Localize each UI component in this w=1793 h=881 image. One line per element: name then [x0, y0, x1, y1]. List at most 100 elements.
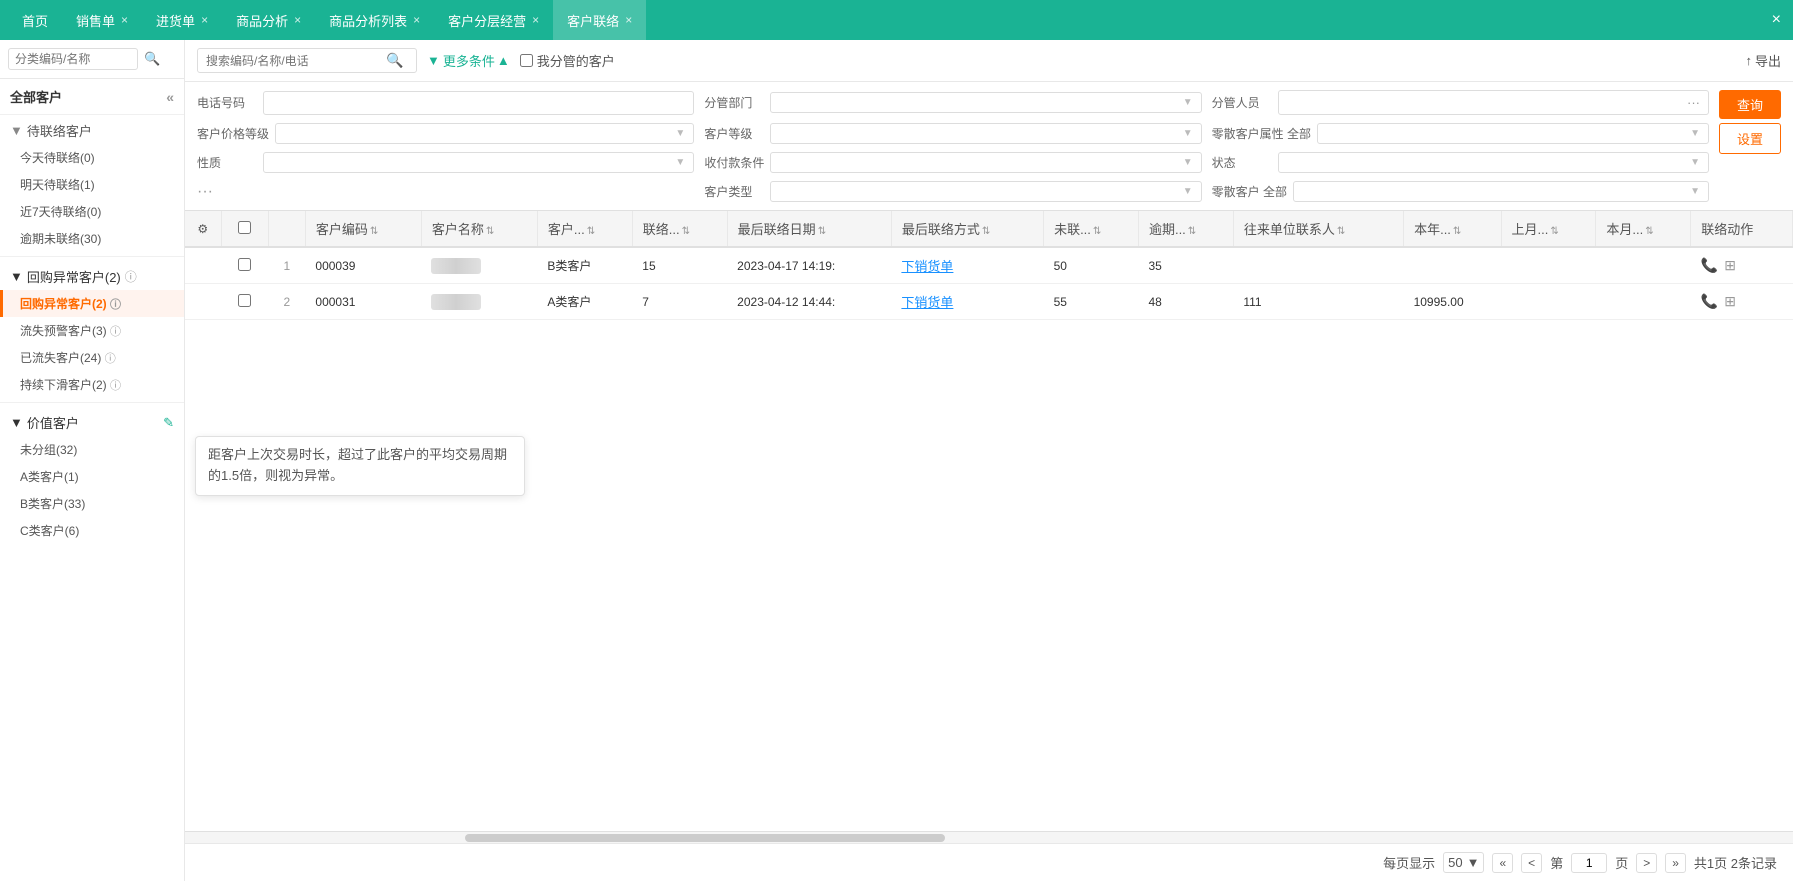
cell-last-method-2[interactable]: 下销货单: [891, 284, 1043, 320]
select-all-checkbox[interactable]: [238, 221, 251, 234]
row-2-checkbox[interactable]: [238, 294, 251, 307]
th-code[interactable]: 客户编码⇅: [305, 211, 421, 247]
pagination-bar: 每页显示 50 ▼ « < 第 页 > » 共1页 2条记录: [185, 843, 1793, 881]
sidebar-item-class-a[interactable]: A类客户(1): [0, 463, 184, 490]
filter-manager-input[interactable]: ···: [1278, 90, 1709, 115]
last-page-btn[interactable]: »: [1665, 853, 1686, 873]
page-input[interactable]: [1571, 853, 1607, 873]
filter-phone-input[interactable]: [263, 91, 694, 115]
th-this-month[interactable]: 本月...⇅: [1596, 211, 1691, 247]
sidebar-collapse-icon[interactable]: «: [166, 89, 174, 105]
th-last-contact-date[interactable]: 最后联络日期⇅: [727, 211, 891, 247]
next-page-btn[interactable]: >: [1636, 853, 1657, 873]
th-last-month[interactable]: 上月...⇅: [1501, 211, 1596, 247]
action-phone-icon-1[interactable]: 📞: [1701, 257, 1718, 274]
cell-uncontacted-1: 50: [1044, 247, 1139, 284]
section-value-edit-icon[interactable]: ✎: [163, 415, 174, 431]
nav-product-list-close[interactable]: ×: [413, 13, 420, 27]
filter-payment-select[interactable]: ▼: [770, 152, 1201, 173]
filter-retail-attr-select[interactable]: ▼: [1317, 123, 1709, 144]
search-input[interactable]: [206, 54, 386, 68]
nav-customer-segment[interactable]: 客户分层经营 ×: [434, 0, 553, 40]
nav-product-analysis-close[interactable]: ×: [294, 13, 301, 27]
filter-customer-level-select[interactable]: ▼: [770, 123, 1201, 144]
th-contacts-sort: ⇅: [682, 226, 690, 237]
th-unit-contact[interactable]: 往来单位联系人⇅: [1233, 211, 1403, 247]
th-uncontacted[interactable]: 未联...⇅: [1044, 211, 1139, 247]
my-customers-filter[interactable]: 我分管的客户: [520, 51, 615, 70]
sidebar-item-today[interactable]: 今天待联络(0): [0, 144, 184, 171]
th-contacts[interactable]: 联络...⇅: [632, 211, 727, 247]
prev-page-btn[interactable]: <: [1521, 853, 1542, 873]
th-last-month-label: 上月...: [1512, 222, 1549, 237]
export-button[interactable]: ↑ 导出: [1745, 51, 1781, 70]
th-name[interactable]: 客户名称⇅: [421, 211, 537, 247]
cell-last-month-2: [1501, 284, 1596, 320]
page-size-select[interactable]: 50 ▼: [1443, 852, 1484, 873]
first-page-btn[interactable]: «: [1492, 853, 1513, 873]
link-method-2[interactable]: 下销货单: [901, 295, 953, 310]
filter-status-select[interactable]: ▼: [1278, 152, 1709, 173]
filter-customer-type-select[interactable]: ▼: [770, 181, 1201, 202]
link-method-1[interactable]: 下销货单: [901, 259, 953, 274]
nav-purchase-close[interactable]: ×: [201, 13, 208, 27]
close-all-tabs[interactable]: ×: [1772, 11, 1781, 29]
nav-customer-contact[interactable]: 客户联络 ×: [553, 0, 646, 40]
nav-sales-close[interactable]: ×: [121, 13, 128, 27]
th-overdue[interactable]: 逾期...⇅: [1138, 211, 1233, 247]
query-button[interactable]: 查询: [1719, 90, 1781, 119]
sidebar-item-repurchase-abnormal[interactable]: 回购异常客户(2) ⓘ: [0, 290, 184, 317]
more-conditions-btn[interactable]: ▼ 更多条件 ▲: [427, 51, 510, 70]
filter-retail-customer-select[interactable]: ▼: [1293, 181, 1709, 202]
filter-dept-select[interactable]: ▼: [770, 92, 1201, 113]
nav-product-list[interactable]: 商品分析列表 ×: [315, 0, 434, 40]
filter-phone-label: 电话号码: [197, 94, 257, 111]
nav-customer-contact-close[interactable]: ×: [625, 13, 632, 27]
filter-nature-select[interactable]: ▼: [263, 152, 694, 173]
sidebar-search-icon[interactable]: 🔍: [144, 51, 160, 67]
sidebar-item-class-c[interactable]: C类客户(6): [0, 517, 184, 544]
section-value-customers[interactable]: ▼ 价值客户 ✎: [0, 407, 184, 436]
sidebar-item-unclassified[interactable]: 未分组(32): [0, 436, 184, 463]
page-label: 第: [1550, 853, 1563, 872]
my-customers-checkbox[interactable]: [520, 54, 533, 67]
nav-purchase[interactable]: 进货单 ×: [142, 0, 222, 40]
sidebar-item-churn-warning[interactable]: 流失预警客户(3) ⓘ: [0, 317, 184, 344]
active-item-info-icon: ⓘ: [110, 299, 121, 311]
section-abnormal[interactable]: ▼ 回购异常客户(2) ⓘ: [0, 261, 184, 290]
action-grid-icon-2[interactable]: ⊞: [1724, 293, 1736, 310]
th-last-contact-method[interactable]: 最后联络方式⇅: [891, 211, 1043, 247]
scrollbar-thumb[interactable]: [465, 834, 945, 842]
section-pending-contact[interactable]: ▼ 待联络客户: [0, 115, 184, 144]
sidebar-item-class-b[interactable]: B类客户(33): [0, 490, 184, 517]
filter-search-icon[interactable]: 🔍: [386, 52, 403, 69]
filter-manager-dots[interactable]: ···: [1687, 95, 1700, 110]
filter-customer-type-label: 客户类型: [704, 183, 764, 200]
th-name-sort: ⇅: [486, 226, 494, 237]
th-uncontacted-label: 未联...: [1054, 222, 1091, 237]
row-1-checkbox[interactable]: [238, 258, 251, 271]
nav-product-analysis[interactable]: 商品分析 ×: [222, 0, 315, 40]
settings-button[interactable]: 设置: [1719, 123, 1781, 154]
action-grid-icon-1[interactable]: ⊞: [1724, 257, 1736, 274]
th-category[interactable]: 客户...⇅: [537, 211, 632, 247]
sidebar-item-churned[interactable]: 已流失客户(24) ⓘ: [0, 344, 184, 371]
sidebar-item-overdue[interactable]: 逾期未联络(30): [0, 225, 184, 252]
horizontal-scrollbar[interactable]: [185, 831, 1793, 843]
nav-home[interactable]: 首页: [8, 0, 62, 40]
sidebar-item-tomorrow[interactable]: 明天待联络(1): [0, 171, 184, 198]
cell-code-1[interactable]: 000039: [305, 247, 421, 284]
nav-sales[interactable]: 销售单 ×: [62, 0, 142, 40]
action-phone-icon-2[interactable]: 📞: [1701, 293, 1718, 310]
cell-code-2[interactable]: 000031: [305, 284, 421, 320]
th-this-year[interactable]: 本年...⇅: [1404, 211, 1501, 247]
sidebar-search-input[interactable]: [8, 48, 138, 70]
filter-price-level-select[interactable]: ▼: [275, 123, 694, 144]
filter-more-dots-btn[interactable]: ···: [197, 183, 213, 201]
phone-input-field[interactable]: [272, 96, 685, 110]
sidebar-item-7days[interactable]: 近7天待联络(0): [0, 198, 184, 225]
cell-last-method-1[interactable]: 下销货单: [891, 247, 1043, 284]
sidebar-item-declining[interactable]: 持续下滑客户(2) ⓘ: [0, 371, 184, 398]
nav-customer-segment-close[interactable]: ×: [532, 13, 539, 27]
th-gear[interactable]: ⚙: [185, 211, 221, 247]
